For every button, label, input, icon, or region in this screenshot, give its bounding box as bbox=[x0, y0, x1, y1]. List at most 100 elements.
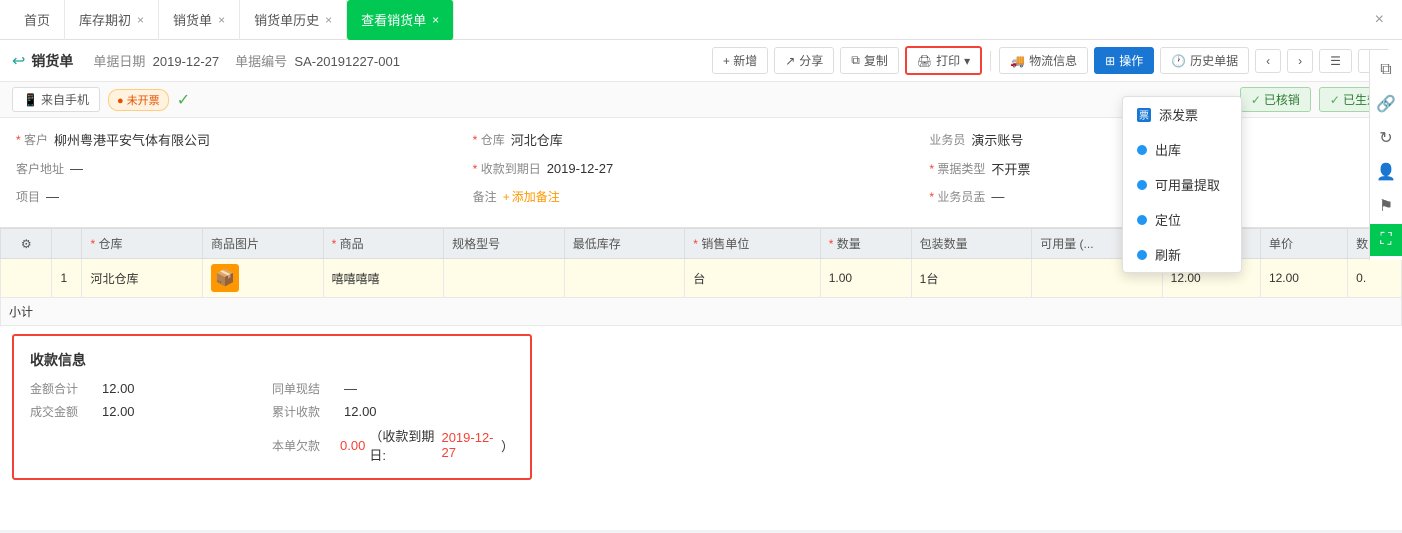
sales-order-icon: ↩ bbox=[12, 51, 25, 71]
logistics-button[interactable]: 🚚 物流信息 bbox=[999, 47, 1088, 74]
remark-label: 备注 bbox=[473, 188, 503, 205]
tab-view-close[interactable]: × bbox=[432, 13, 439, 27]
not-open-tag: ● 未开票 bbox=[108, 89, 169, 111]
effective-check-icon: ✓ bbox=[1330, 93, 1340, 107]
add-remark-button[interactable]: + 添加备注 bbox=[503, 188, 560, 205]
circle-icon: ● bbox=[117, 95, 124, 107]
tab-sales-close[interactable]: × bbox=[218, 13, 225, 27]
tab-sales-history[interactable]: 销货单历史 × bbox=[240, 0, 347, 40]
address-field: 客户地址 — bbox=[16, 160, 473, 177]
staff2-label: 业务员盂 bbox=[929, 188, 991, 205]
accumulated-label: 累计收款 bbox=[272, 403, 336, 420]
date-label: 单据日期 2019-12-27 bbox=[93, 51, 219, 70]
list-view-button[interactable]: ☰ bbox=[1319, 49, 1352, 73]
th-min-stock: 最低库存 bbox=[564, 229, 685, 259]
td-rowno: 1 bbox=[52, 259, 82, 298]
next-button[interactable]: › bbox=[1287, 49, 1313, 73]
add-invoice-icon: 票 bbox=[1137, 108, 1151, 122]
total-value: 12.00 bbox=[102, 381, 135, 396]
print-button[interactable]: 🖨 打印 ▾ bbox=[905, 46, 982, 75]
dropdown-add-invoice[interactable]: 票 添发票 bbox=[1123, 97, 1241, 132]
share-button[interactable]: ↗ 分享 bbox=[774, 47, 834, 74]
td-min-stock bbox=[564, 259, 685, 298]
plus-icon: + bbox=[503, 190, 510, 204]
tab-history-close[interactable]: × bbox=[325, 13, 332, 27]
td-spec bbox=[444, 259, 565, 298]
td-pack-qty: 1台 bbox=[911, 259, 1032, 298]
window-close-icon[interactable]: × bbox=[1367, 11, 1392, 29]
dropdown-refresh[interactable]: 刷新 bbox=[1123, 237, 1241, 272]
refresh-icon bbox=[1137, 250, 1147, 260]
doc-header: ↩ 销货单 单据日期 2019-12-27 单据编号 SA-20191227-0… bbox=[0, 40, 1402, 82]
td-sales-unit: 台 bbox=[685, 259, 820, 298]
tab-sales-order[interactable]: 销货单 × bbox=[159, 0, 240, 40]
subtotal-row: 小计 bbox=[1, 298, 1402, 326]
tab-view-sales[interactable]: 查看销货单 × bbox=[347, 0, 454, 40]
td-check bbox=[1, 259, 52, 298]
number-value: SA-20191227-001 bbox=[294, 54, 400, 69]
th-unit-price: 单价 bbox=[1260, 229, 1347, 259]
owed-label: 本单欠款 bbox=[272, 437, 336, 454]
new-button[interactable]: + 新增 bbox=[712, 47, 768, 74]
bill-type-value: 不开票 bbox=[991, 159, 1030, 178]
payment-date-label: 收款到期日 bbox=[473, 160, 547, 177]
warehouse-field: 仓库 河北仓库 bbox=[473, 130, 930, 149]
sidebar-expand-icon[interactable]: ⛶ bbox=[1370, 224, 1402, 256]
project-value: — bbox=[46, 189, 59, 204]
sidebar-link-icon[interactable]: 🔗 bbox=[1370, 88, 1402, 120]
logistics-icon: 🚚 bbox=[1010, 54, 1025, 68]
right-sidebar: ⧉ 🔗 ↻ 👤 ⚑ ⛶ bbox=[1369, 50, 1402, 260]
remark-field: 备注 + 添加备注 bbox=[473, 188, 930, 205]
th-warehouse: 仓库 bbox=[82, 229, 203, 259]
sidebar-copy-icon[interactable]: ⧉ bbox=[1370, 54, 1402, 86]
payment-info-title: 收款信息 bbox=[30, 350, 514, 370]
phone-icon: 📱 bbox=[23, 93, 38, 107]
toolbar-right: + 新增 ↗ 分享 ⧉ 复制 🖨 打印 ▾ 🚚 物流信息 ⊞ 操作 bbox=[712, 46, 1390, 75]
operation-dropdown: 票 添发票 出库 可用量提取 定位 刷新 bbox=[1122, 96, 1242, 273]
transaction-label: 成交金额 bbox=[30, 403, 94, 420]
tab-home[interactable]: 首页 bbox=[10, 0, 65, 40]
payment-date-value: 2019-12-27 bbox=[547, 161, 614, 176]
th-sales-unit: 销售单位 bbox=[685, 229, 820, 259]
th-gear[interactable]: ⚙ bbox=[1, 229, 52, 259]
confirmed-check-icon: ✓ bbox=[1251, 93, 1261, 107]
dropdown-outbound[interactable]: 出库 bbox=[1123, 132, 1241, 167]
separator1 bbox=[990, 51, 991, 71]
td-unit-price: 12.00 bbox=[1260, 259, 1347, 298]
operation-button[interactable]: ⊞ 操作 bbox=[1094, 47, 1154, 74]
tab-inventory-close[interactable]: × bbox=[137, 13, 144, 27]
warehouse-label: 仓库 bbox=[473, 131, 511, 148]
prev-button[interactable]: ‹ bbox=[1255, 49, 1281, 73]
outbound-icon bbox=[1137, 145, 1147, 155]
tab-bar: 首页 库存期初 × 销货单 × 销货单历史 × 查看销货单 × × bbox=[0, 0, 1402, 40]
sidebar-refresh-icon[interactable]: ↻ bbox=[1370, 122, 1402, 154]
from-phone-button[interactable]: 📱 来自手机 bbox=[12, 87, 100, 112]
print-icon: 🖨 bbox=[917, 54, 932, 68]
staff-label: 业务员 bbox=[929, 131, 971, 148]
sidebar-user-icon[interactable]: 👤 bbox=[1370, 156, 1402, 188]
dropdown-locate[interactable]: 定位 bbox=[1123, 202, 1241, 237]
th-pack-qty: 包装数量 bbox=[911, 229, 1032, 259]
td-product: 嘻嘻嘻嘻 bbox=[323, 259, 444, 298]
staff2-value: — bbox=[991, 189, 1004, 204]
owed-date: 2019-12-27 bbox=[441, 430, 497, 460]
th-spec: 规格型号 bbox=[444, 229, 565, 259]
tab-inventory[interactable]: 库存期初 × bbox=[65, 0, 159, 40]
th-rowno bbox=[52, 229, 82, 259]
project-field: 项目 — bbox=[16, 188, 473, 205]
payment-date-field: 收款到期日 2019-12-27 bbox=[473, 160, 930, 177]
warehouse-value: 河北仓库 bbox=[511, 130, 563, 149]
same-order-value: — bbox=[344, 381, 357, 396]
history-button[interactable]: 🕐 历史单据 bbox=[1160, 47, 1249, 74]
dropdown-qty-extract[interactable]: 可用量提取 bbox=[1123, 167, 1241, 202]
share-icon: ↗ bbox=[785, 54, 795, 68]
doc-type-label: 销货单 bbox=[31, 51, 73, 71]
sidebar-flag-icon[interactable]: ⚑ bbox=[1370, 190, 1402, 222]
doc-meta: 单据日期 2019-12-27 单据编号 SA-20191227-001 bbox=[93, 51, 400, 70]
confirmed-button[interactable]: ✓ 已核销 bbox=[1240, 87, 1311, 112]
copy-button[interactable]: ⧉ 复制 bbox=[840, 47, 899, 74]
customer-label: 客户 bbox=[16, 131, 54, 148]
customer-value: 柳州粤港平安气体有限公司 bbox=[54, 130, 210, 149]
th-product-img: 商品图片 bbox=[203, 229, 324, 259]
subtotal-label: 小计 bbox=[1, 298, 1402, 326]
